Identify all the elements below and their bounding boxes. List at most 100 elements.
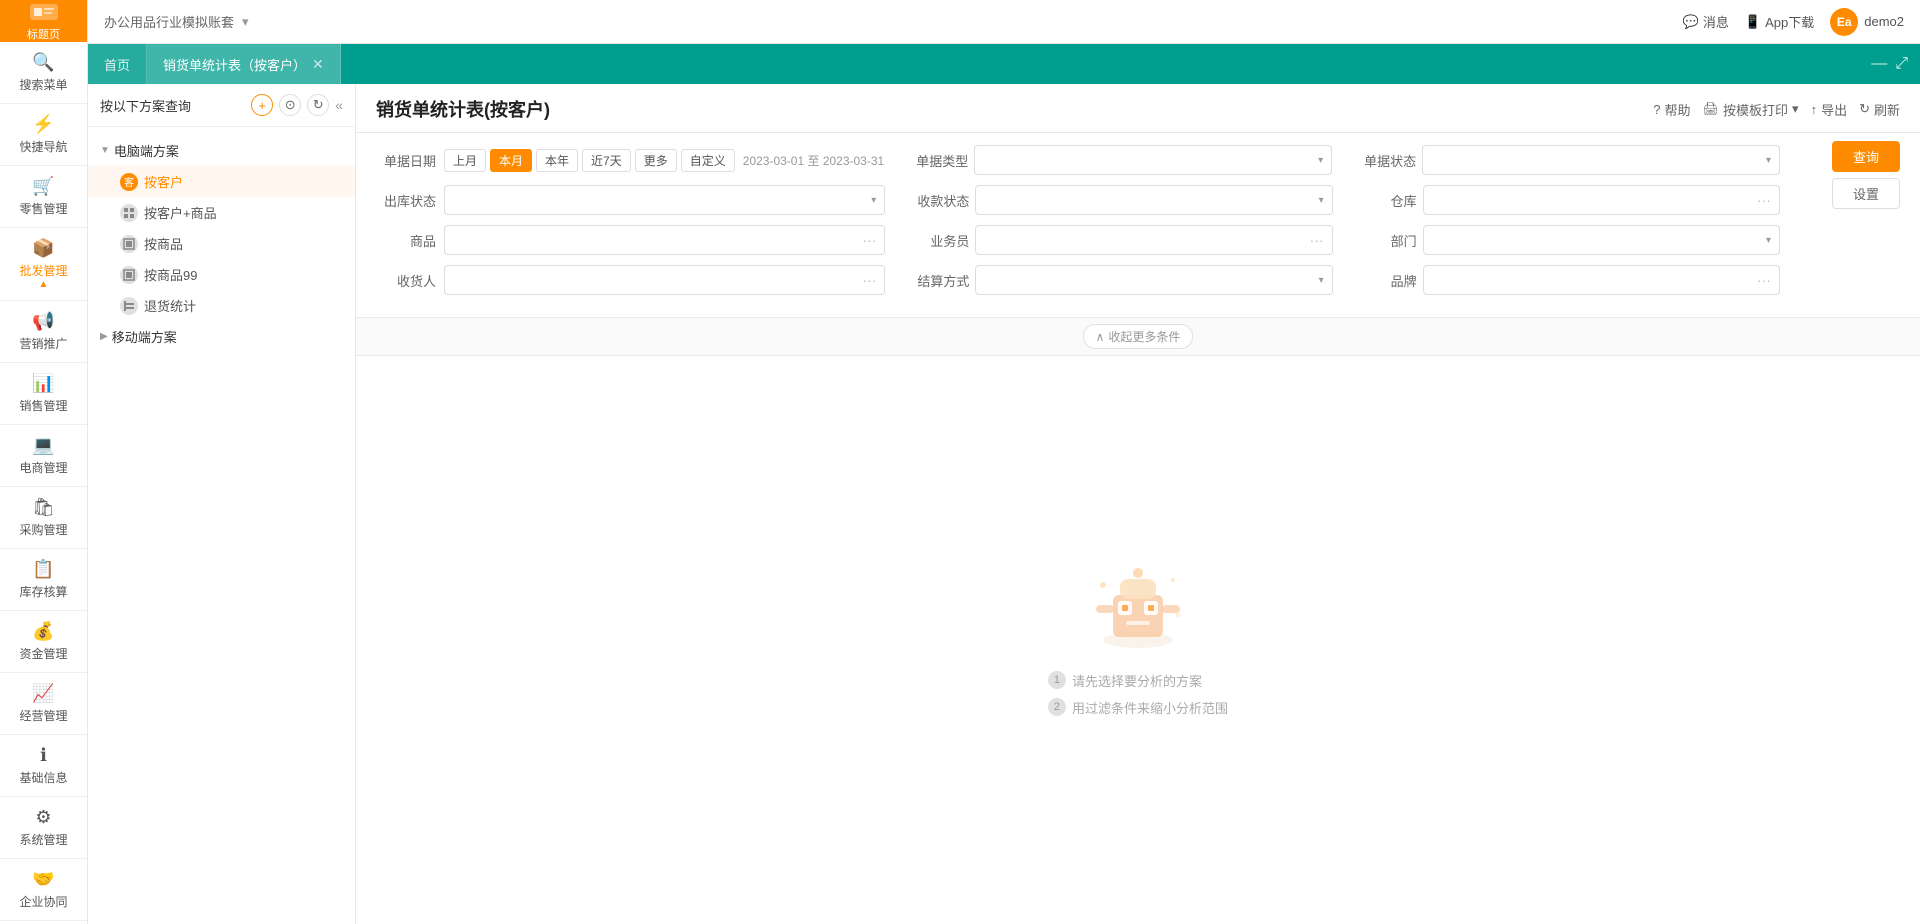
filter-row-1: 单据日期 上月 本月 本年 近7天 更多 自定义 2023-03-01 至 20… [376, 145, 1780, 175]
edit-scheme-button[interactable]: ⊙ [279, 94, 301, 116]
date-last-month[interactable]: 上月 [444, 149, 486, 172]
filter-container: 单据日期 上月 本月 本年 近7天 更多 自定义 2023-03-01 至 20… [356, 133, 1920, 318]
product-input[interactable]: ··· [444, 225, 885, 255]
department-dropdown-icon: ▾ [1766, 235, 1771, 246]
order-type-select[interactable]: ▾ [974, 145, 1332, 175]
minimize-button[interactable]: — [1871, 55, 1887, 73]
sidebar-item-wholesale[interactable]: 📦 批发管理 ▲ [0, 228, 87, 301]
settlement-label: 结算方式 [909, 271, 969, 290]
scheme-item-customer-product[interactable]: 按客户+商品 [88, 197, 355, 228]
industry-title: 办公用品行业模拟账套 [104, 12, 234, 31]
scheme-product99-label: 按商品99 [144, 265, 197, 284]
settlement-dropdown-icon: ▾ [1319, 275, 1324, 286]
sidebar-item-label: 销售管理 [19, 397, 67, 414]
settlement-select[interactable]: ▾ [975, 265, 1332, 295]
scheme-returns-label: 退货统计 [144, 296, 196, 315]
dropdown-icon[interactable]: ▾ [242, 14, 249, 30]
order-type-label: 单据类型 [908, 151, 968, 170]
message-button[interactable]: 💬 消息 [1683, 12, 1729, 31]
product-dots-btn[interactable]: ··· [862, 232, 876, 248]
sidebar-item-operations[interactable]: 📈 经营管理 [0, 673, 87, 735]
payment-dropdown-icon: ▾ [1319, 195, 1324, 206]
scheme-product99-icon [120, 266, 138, 284]
main-area: 办公用品行业模拟账套 ▾ 💬 消息 📱 App下载 Ea demo2 首页 销货… [88, 0, 1920, 924]
date-custom[interactable]: 自定义 [681, 149, 735, 172]
user-menu-button[interactable]: Ea demo2 [1830, 8, 1904, 36]
sidebar-item-search[interactable]: 🔍 搜索菜单 [0, 42, 87, 104]
sales-icon: 📊 [32, 373, 54, 394]
header-right: 💬 消息 📱 App下载 Ea demo2 [1683, 8, 1904, 36]
order-status-select[interactable]: ▾ [1422, 145, 1780, 175]
receiver-input[interactable]: ··· [444, 265, 885, 295]
page-title-actions: ? 帮助 🖨 按模板打印 ▾ ↑ 导出 ↻ [1653, 100, 1900, 119]
tip-text-1: 请先选择要分析的方案 [1072, 671, 1202, 690]
tree-desktop-parent[interactable]: ▼ 电脑端方案 [88, 135, 355, 166]
sidebar-item-enterprise[interactable]: 🤝 企业协同 [0, 859, 87, 921]
sidebar-item-purchase[interactable]: 🛍 采购管理 [0, 487, 87, 549]
scheme-customer-label: 按客户 [144, 172, 183, 191]
tree-mobile-parent[interactable]: ▶ 移动端方案 [88, 321, 355, 352]
help-button[interactable]: ? 帮助 [1653, 100, 1690, 119]
tab-home[interactable]: 首页 [88, 44, 147, 84]
help-label: 帮助 [1664, 100, 1690, 119]
tab-home-label: 首页 [104, 55, 130, 74]
sidebar-item-label: 电商管理 [19, 459, 67, 476]
brand-dots-btn[interactable]: ··· [1757, 272, 1771, 288]
collapse-scheme-button[interactable]: « [335, 97, 343, 113]
sidebar-item-inventory[interactable]: 📋 库存核算 [0, 549, 87, 611]
scheme-item-customer[interactable]: 客 按客户 [88, 166, 355, 197]
sidebar-item-ecommerce[interactable]: 💻 电商管理 [0, 425, 87, 487]
sidebar-item-label: 经营管理 [19, 707, 67, 724]
salesperson-input[interactable]: ··· [975, 225, 1332, 255]
query-button[interactable]: 查询 [1832, 141, 1900, 172]
sidebar: 标题页 🔍 搜索菜单 ⚡ 快捷导航 🛒 零售管理 📦 批发管理 ▲ 📢 营销推广… [0, 0, 88, 924]
tab-sales-stats[interactable]: 销货单统计表（按客户） ✕ [147, 44, 341, 84]
scheme-item-returns[interactable]: 退货统计 [88, 290, 355, 321]
refresh-scheme-button[interactable]: ↻ [307, 94, 329, 116]
warehouse-select[interactable]: ··· [1423, 185, 1780, 215]
filter-row-4: 收货人 ··· 结算方式 ▾ 品牌 [376, 265, 1780, 295]
sidebar-item-marketing[interactable]: 📢 营销推广 [0, 301, 87, 363]
scheme-item-product[interactable]: 按商品 [88, 228, 355, 259]
stock-status-select[interactable]: ▾ [444, 185, 885, 215]
export-button[interactable]: ↑ 导出 [1811, 100, 1848, 119]
tab-close-button[interactable]: ✕ [312, 56, 324, 73]
sidebar-item-quicknav[interactable]: ⚡ 快捷导航 [0, 104, 87, 166]
chevron-up-icon: ∧ [1096, 330, 1105, 344]
tip-text-2: 用过滤条件来缩小分析范围 [1072, 698, 1228, 717]
date-this-year[interactable]: 本年 [536, 149, 578, 172]
scheme-customerproduct-icon [120, 204, 138, 222]
salesperson-dots-btn[interactable]: ··· [1310, 232, 1324, 248]
payment-status-select[interactable]: ▾ [975, 185, 1332, 215]
sidebar-item-system[interactable]: ⚙ 系统管理 [0, 797, 87, 859]
brand-input[interactable]: ··· [1423, 265, 1780, 295]
app-download-button[interactable]: 📱 App下载 [1745, 12, 1814, 31]
date-this-month[interactable]: 本月 [490, 149, 532, 172]
maximize-button[interactable]: ⤢ [1895, 55, 1908, 73]
header-left: 办公用品行业模拟账套 ▾ [104, 12, 249, 31]
empty-tips: 1 请先选择要分析的方案 2 用过滤条件来缩小分析范围 [1048, 671, 1228, 725]
print-template-button[interactable]: 🖨 按模板打印 ▾ [1703, 100, 1799, 119]
add-scheme-button[interactable]: + [251, 94, 273, 116]
sidebar-item-basic-info[interactable]: ℹ 基础信息 [0, 735, 87, 797]
sidebar-item-sales[interactable]: 📊 销售管理 [0, 363, 87, 425]
date-more[interactable]: 更多 [635, 149, 677, 172]
department-select[interactable]: ▾ [1423, 225, 1780, 255]
sidebar-item-retail[interactable]: 🛒 零售管理 [0, 166, 87, 228]
order-status-label: 单据状态 [1356, 151, 1416, 170]
product-label: 商品 [376, 231, 436, 250]
ecommerce-icon: 💻 [32, 435, 54, 456]
receiver-dots-btn[interactable]: ··· [862, 272, 876, 288]
refresh-button[interactable]: ↻ 刷新 [1859, 100, 1900, 119]
date-7days[interactable]: 近7天 [582, 149, 631, 172]
settings-button[interactable]: 设置 [1832, 178, 1900, 209]
query-buttons: 查询 设置 [1832, 133, 1900, 217]
collapse-more-button[interactable]: ∧ 收起更多条件 [1083, 324, 1194, 349]
scheme-title: 按以下方案查询 [100, 96, 191, 115]
scheme-item-product99[interactable]: 按商品99 [88, 259, 355, 290]
warehouse-dots[interactable]: ··· [1757, 192, 1771, 208]
sidebar-item-finance[interactable]: 💰 资金管理 [0, 611, 87, 673]
marketing-icon: 📢 [32, 311, 54, 332]
sidebar-logo: 标题页 [0, 0, 88, 42]
right-panel: 销货单统计表(按客户) ? 帮助 🖨 按模板打印 ▾ ↑ [356, 84, 1920, 924]
